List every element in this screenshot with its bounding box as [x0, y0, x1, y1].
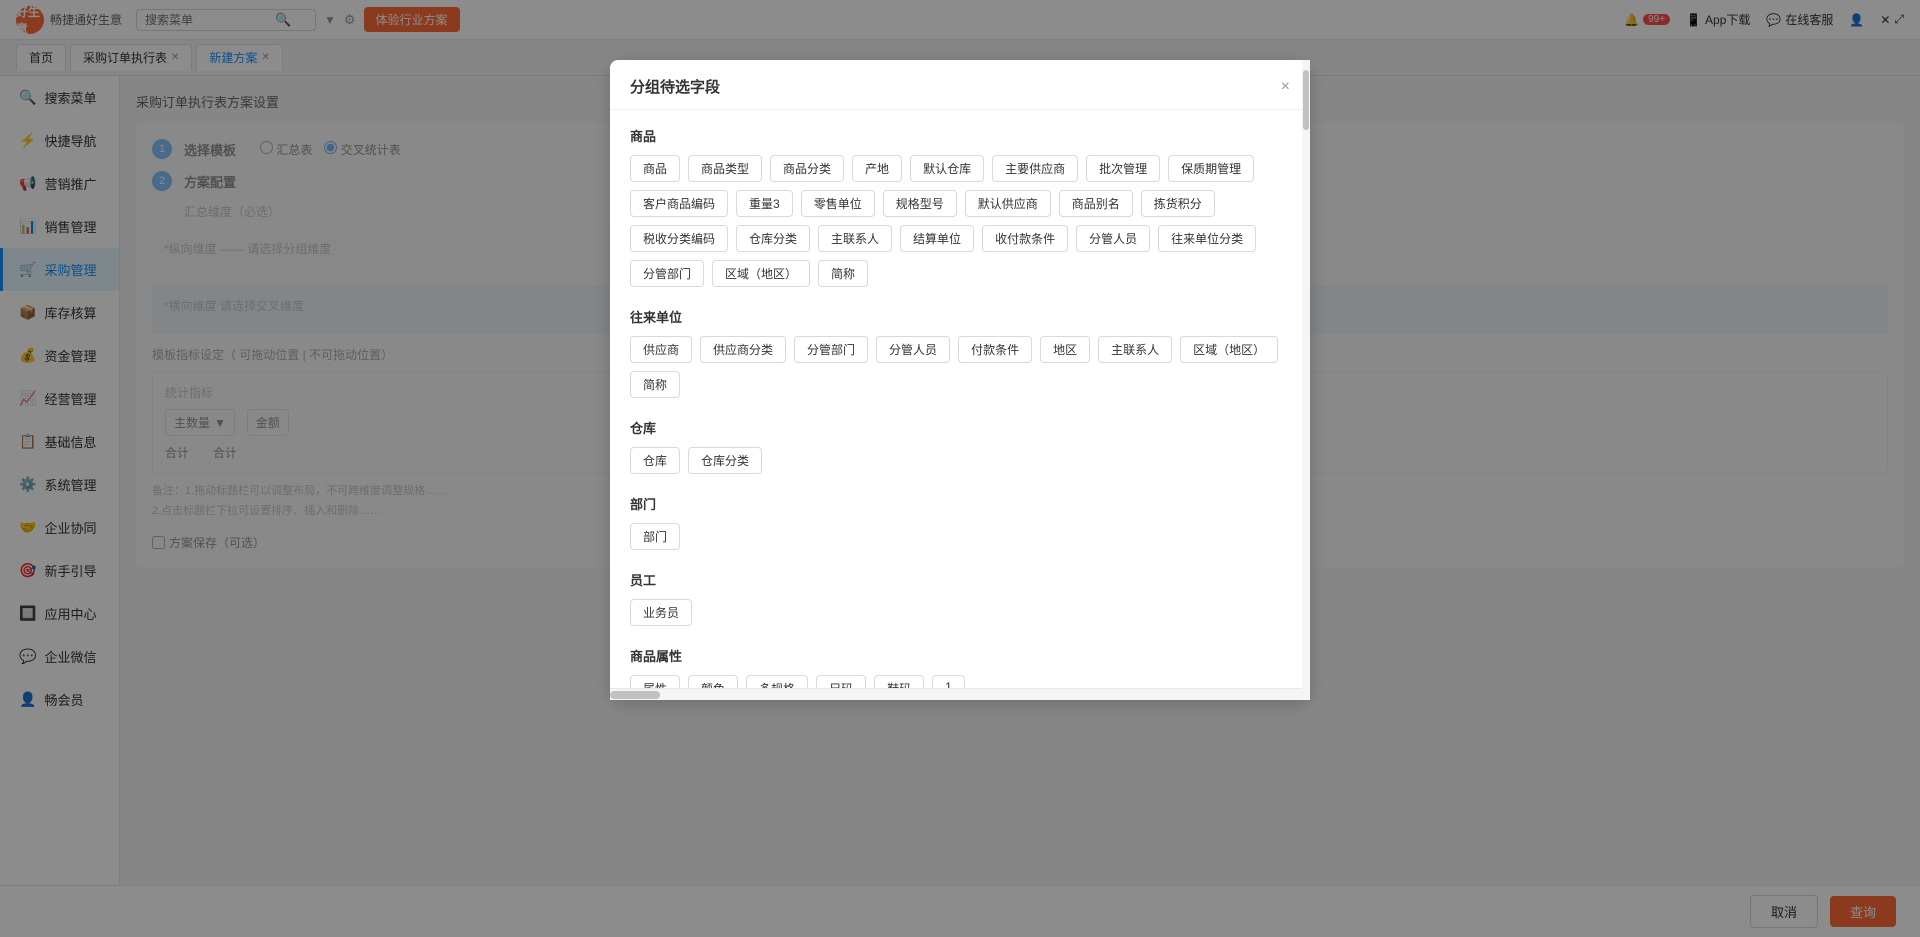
field-tag-0-3[interactable]: 产地	[852, 155, 902, 182]
field-select-modal: 分组待选字段 × 商品商品商品类型商品分类产地默认仓库主要供应商批次管理保质期管…	[610, 60, 1310, 700]
field-tag-4-0[interactable]: 业务员	[630, 599, 692, 626]
field-tag-1-1[interactable]: 供应商分类	[700, 336, 786, 363]
field-tag-0-8[interactable]: 客户商品编码	[630, 190, 728, 217]
field-tag-1-2[interactable]: 分管部门	[794, 336, 868, 363]
field-tag-0-17[interactable]: 主联系人	[818, 225, 892, 252]
modal-overlay: 分组待选字段 × 商品商品商品类型商品分类产地默认仓库主要供应商批次管理保质期管…	[0, 0, 1920, 937]
field-tags-1: 供应商供应商分类分管部门分管人员付款条件地区主联系人区域（地区） 简称	[630, 336, 1290, 398]
field-tag-0-15[interactable]: 税收分类编码	[630, 225, 728, 252]
field-tags-0: 商品商品类型商品分类产地默认仓库主要供应商批次管理保质期管理客户商品编码重量3 零…	[630, 155, 1290, 287]
field-tag-3-0[interactable]: 部门	[630, 523, 680, 550]
field-tag-2-1[interactable]: 仓库分类	[688, 447, 762, 474]
field-tag-0-11[interactable]: 规格型号	[883, 190, 957, 217]
field-tags-3: 部门	[630, 523, 1290, 550]
field-section-title-5: 商品属性	[630, 646, 1290, 665]
field-tag-0-13[interactable]: 商品别名	[1059, 190, 1133, 217]
field-tag-0-5[interactable]: 主要供应商	[992, 155, 1078, 182]
field-section-title-0: 商品	[630, 126, 1290, 145]
field-section-4: 员工业务员	[630, 570, 1290, 626]
field-tags-2: 仓库仓库分类	[630, 447, 1290, 474]
field-tag-5-3[interactable]: 尺码	[816, 675, 866, 688]
field-section-title-2: 仓库	[630, 418, 1290, 437]
field-tag-1-5[interactable]: 地区	[1040, 336, 1090, 363]
modal-vertical-scrollbar[interactable]	[1302, 60, 1310, 700]
field-tag-0-12[interactable]: 默认供应商	[965, 190, 1051, 217]
vertical-scrollbar-thumb	[1303, 70, 1309, 130]
modal-body[interactable]: 商品商品商品类型商品分类产地默认仓库主要供应商批次管理保质期管理客户商品编码重量…	[610, 110, 1310, 688]
field-tag-1-0[interactable]: 供应商	[630, 336, 692, 363]
field-section-2: 仓库仓库仓库分类	[630, 418, 1290, 474]
field-tag-0-20[interactable]: 分管人员	[1076, 225, 1150, 252]
field-section-title-1: 往来单位	[630, 307, 1290, 326]
field-tag-5-0[interactable]: 属性	[630, 675, 680, 688]
field-tag-0-6[interactable]: 批次管理	[1086, 155, 1160, 182]
modal-wrapper: 分组待选字段 × 商品商品商品类型商品分类产地默认仓库主要供应商批次管理保质期管…	[610, 60, 1310, 700]
field-section-title-4: 员工	[630, 570, 1290, 589]
field-tags-5: 属性颜色多规格尺码鞋码 1	[630, 675, 1290, 688]
field-tag-0-7[interactable]: 保质期管理	[1168, 155, 1254, 182]
field-tag-1-3[interactable]: 分管人员	[876, 336, 950, 363]
field-tag-0-22[interactable]: 分管部门	[630, 260, 704, 287]
modal-horizontal-scrollbar[interactable]	[610, 688, 1310, 700]
field-section-5: 商品属性属性颜色多规格尺码鞋码 1	[630, 646, 1290, 688]
field-tag-0-9[interactable]: 重量3	[736, 190, 793, 217]
modal-close-button[interactable]: ×	[1281, 79, 1290, 95]
field-tag-2-0[interactable]: 仓库	[630, 447, 680, 474]
field-tag-0-19[interactable]: 收付款条件	[982, 225, 1068, 252]
field-section-3: 部门部门	[630, 494, 1290, 550]
field-tag-0-14[interactable]: 拣货积分	[1141, 190, 1215, 217]
field-tag-5-2[interactable]: 多规格	[746, 675, 808, 688]
modal-title: 分组待选字段	[630, 76, 720, 97]
field-tag-1-4[interactable]: 付款条件	[958, 336, 1032, 363]
field-section-1: 往来单位供应商供应商分类分管部门分管人员付款条件地区主联系人区域（地区） 简称	[630, 307, 1290, 398]
field-tag-0-0[interactable]: 商品	[630, 155, 680, 182]
field-section-0: 商品商品商品类型商品分类产地默认仓库主要供应商批次管理保质期管理客户商品编码重量…	[630, 126, 1290, 287]
field-tag-0-23[interactable]: 区域（地区）	[712, 260, 810, 287]
field-tag-1-8[interactable]: 简称	[630, 371, 680, 398]
field-tag-5-4[interactable]: 鞋码	[874, 675, 924, 688]
field-tags-4: 业务员	[630, 599, 1290, 626]
field-tag-0-16[interactable]: 仓库分类	[736, 225, 810, 252]
field-tag-0-24[interactable]: 简称	[818, 260, 868, 287]
scrollbar-thumb	[610, 691, 660, 699]
field-tag-0-4[interactable]: 默认仓库	[910, 155, 984, 182]
field-tag-0-10[interactable]: 零售单位	[801, 190, 875, 217]
field-tag-5-1[interactable]: 颜色	[688, 675, 738, 688]
field-tag-0-18[interactable]: 结算单位	[900, 225, 974, 252]
field-tag-1-7[interactable]: 区域（地区）	[1180, 336, 1278, 363]
field-section-title-3: 部门	[630, 494, 1290, 513]
field-tag-5-5[interactable]: 1	[932, 675, 965, 688]
modal-header: 分组待选字段 ×	[610, 60, 1310, 110]
field-tag-0-1[interactable]: 商品类型	[688, 155, 762, 182]
field-tag-1-6[interactable]: 主联系人	[1098, 336, 1172, 363]
field-tag-0-21[interactable]: 往来单位分类	[1158, 225, 1256, 252]
field-tag-0-2[interactable]: 商品分类	[770, 155, 844, 182]
